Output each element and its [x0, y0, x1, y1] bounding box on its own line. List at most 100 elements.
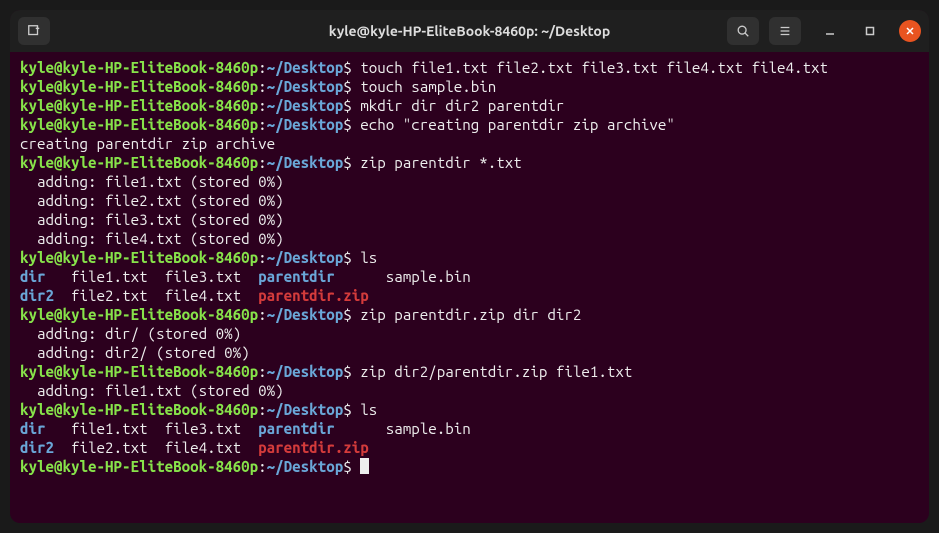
ls-directory: dir — [20, 268, 46, 285]
terminal-line: dir2 file2.txt file4.txt parentdir.zip — [20, 286, 919, 305]
terminal-line: adding: file1.txt (stored 0%) — [20, 172, 919, 191]
command-text: mkdir dir dir2 parentdir — [360, 97, 564, 114]
prompt-symbol: $ — [343, 97, 360, 114]
prompt-colon: : — [258, 306, 267, 323]
prompt-colon: : — [258, 78, 267, 95]
terminal-line: creating parentdir zip archive — [20, 134, 919, 153]
ls-directory: parentdir — [258, 268, 335, 285]
ls-file: sample.bin — [335, 420, 471, 437]
prompt-user-host: kyle@kyle-HP-EliteBook-8460p — [20, 306, 258, 323]
prompt-symbol: $ — [343, 458, 360, 475]
maximize-icon — [865, 26, 875, 36]
terminal-line: adding: file3.txt (stored 0%) — [20, 210, 919, 229]
search-button[interactable] — [727, 17, 759, 45]
terminal-line: dir file1.txt file3.txt parentdir sample… — [20, 419, 919, 438]
terminal-line: adding: dir/ (stored 0%) — [20, 324, 919, 343]
prompt-symbol: $ — [343, 154, 360, 171]
maximize-button[interactable] — [859, 20, 881, 42]
prompt-colon: : — [258, 401, 267, 418]
titlebar-left — [18, 17, 50, 45]
ls-file: file1.txt file3.txt — [46, 268, 259, 285]
prompt-colon: : — [258, 458, 267, 475]
ls-directory: dir2 — [20, 439, 54, 456]
terminal-line: kyle@kyle-HP-EliteBook-8460p:~/Desktop$ … — [20, 362, 919, 381]
command-text: ls — [360, 401, 377, 418]
prompt-path: ~/Desktop — [267, 154, 344, 171]
hamburger-icon — [778, 24, 792, 38]
terminal-line: kyle@kyle-HP-EliteBook-8460p:~/Desktop$ … — [20, 96, 919, 115]
prompt-colon: : — [258, 116, 267, 133]
minimize-icon — [825, 26, 835, 36]
output-text: adding: dir2/ (stored 0%) — [20, 344, 250, 361]
prompt-user-host: kyle@kyle-HP-EliteBook-8460p — [20, 363, 258, 380]
ls-directory: dir2 — [20, 287, 54, 304]
terminal-line: kyle@kyle-HP-EliteBook-8460p:~/Desktop$ … — [20, 115, 919, 134]
prompt-path: ~/Desktop — [267, 458, 344, 475]
prompt-colon: : — [258, 154, 267, 171]
terminal-line: kyle@kyle-HP-EliteBook-8460p:~/Desktop$ — [20, 457, 919, 476]
terminal-line: kyle@kyle-HP-EliteBook-8460p:~/Desktop$ … — [20, 58, 919, 77]
ls-directory: dir — [20, 420, 46, 437]
prompt-user-host: kyle@kyle-HP-EliteBook-8460p — [20, 78, 258, 95]
prompt-path: ~/Desktop — [267, 249, 344, 266]
terminal-line: adding: file1.txt (stored 0%) — [20, 381, 919, 400]
menu-button[interactable] — [769, 17, 801, 45]
titlebar[interactable]: kyle@kyle-HP-EliteBook-8460p: ~/Desktop — [10, 10, 929, 52]
prompt-path: ~/Desktop — [267, 59, 344, 76]
prompt-user-host: kyle@kyle-HP-EliteBook-8460p — [20, 458, 258, 475]
minimize-button[interactable] — [819, 20, 841, 42]
prompt-user-host: kyle@kyle-HP-EliteBook-8460p — [20, 97, 258, 114]
cursor — [360, 458, 369, 474]
command-text: zip parentdir.zip dir dir2 — [360, 306, 581, 323]
command-text: zip parentdir *.txt — [360, 154, 522, 171]
output-text: adding: dir/ (stored 0%) — [20, 325, 241, 342]
prompt-path: ~/Desktop — [267, 363, 344, 380]
prompt-colon: : — [258, 97, 267, 114]
output-text: adding: file1.txt (stored 0%) — [20, 173, 284, 190]
prompt-symbol: $ — [343, 78, 360, 95]
window-title: kyle@kyle-HP-EliteBook-8460p: ~/Desktop — [329, 23, 611, 39]
command-text: touch file1.txt file2.txt file3.txt file… — [360, 59, 828, 76]
terminal-line: kyle@kyle-HP-EliteBook-8460p:~/Desktop$ … — [20, 77, 919, 96]
prompt-symbol: $ — [343, 59, 360, 76]
command-text: echo "creating parentdir zip archive" — [360, 116, 675, 133]
command-text: touch sample.bin — [360, 78, 496, 95]
prompt-path: ~/Desktop — [267, 78, 344, 95]
prompt-colon: : — [258, 249, 267, 266]
prompt-symbol: $ — [343, 249, 360, 266]
ls-file: file2.txt file4.txt — [54, 287, 258, 304]
prompt-symbol: $ — [343, 401, 360, 418]
terminal-line: kyle@kyle-HP-EliteBook-8460p:~/Desktop$ … — [20, 248, 919, 267]
prompt-symbol: $ — [343, 116, 360, 133]
terminal-line: dir2 file2.txt file4.txt parentdir.zip — [20, 438, 919, 457]
ls-directory: parentdir — [258, 420, 335, 437]
prompt-path: ~/Desktop — [267, 306, 344, 323]
prompt-path: ~/Desktop — [267, 401, 344, 418]
terminal-line: kyle@kyle-HP-EliteBook-8460p:~/Desktop$ … — [20, 153, 919, 172]
close-button[interactable] — [899, 20, 921, 42]
prompt-user-host: kyle@kyle-HP-EliteBook-8460p — [20, 154, 258, 171]
command-text: zip dir2/parentdir.zip file1.txt — [360, 363, 632, 380]
output-text: adding: file1.txt (stored 0%) — [20, 382, 284, 399]
prompt-user-host: kyle@kyle-HP-EliteBook-8460p — [20, 59, 258, 76]
ls-file: sample.bin — [335, 268, 471, 285]
new-tab-icon — [27, 24, 41, 38]
terminal-line: adding: file4.txt (stored 0%) — [20, 229, 919, 248]
ls-archive: parentdir.zip — [258, 287, 369, 304]
output-text: adding: file3.txt (stored 0%) — [20, 211, 284, 228]
ls-file: file1.txt file3.txt — [46, 420, 259, 437]
terminal-line: kyle@kyle-HP-EliteBook-8460p:~/Desktop$ … — [20, 305, 919, 324]
terminal-window: kyle@kyle-HP-EliteBook-8460p: ~/Desktop — [10, 10, 929, 523]
output-text: adding: file2.txt (stored 0%) — [20, 192, 284, 209]
new-tab-button[interactable] — [18, 17, 50, 45]
ls-file: file2.txt file4.txt — [54, 439, 258, 456]
prompt-symbol: $ — [343, 306, 360, 323]
prompt-path: ~/Desktop — [267, 97, 344, 114]
window-controls — [819, 20, 921, 42]
terminal-body[interactable]: kyle@kyle-HP-EliteBook-8460p:~/Desktop$ … — [10, 52, 929, 523]
prompt-path: ~/Desktop — [267, 116, 344, 133]
prompt-user-host: kyle@kyle-HP-EliteBook-8460p — [20, 116, 258, 133]
close-icon — [905, 26, 915, 36]
prompt-user-host: kyle@kyle-HP-EliteBook-8460p — [20, 249, 258, 266]
output-text: adding: file4.txt (stored 0%) — [20, 230, 284, 247]
